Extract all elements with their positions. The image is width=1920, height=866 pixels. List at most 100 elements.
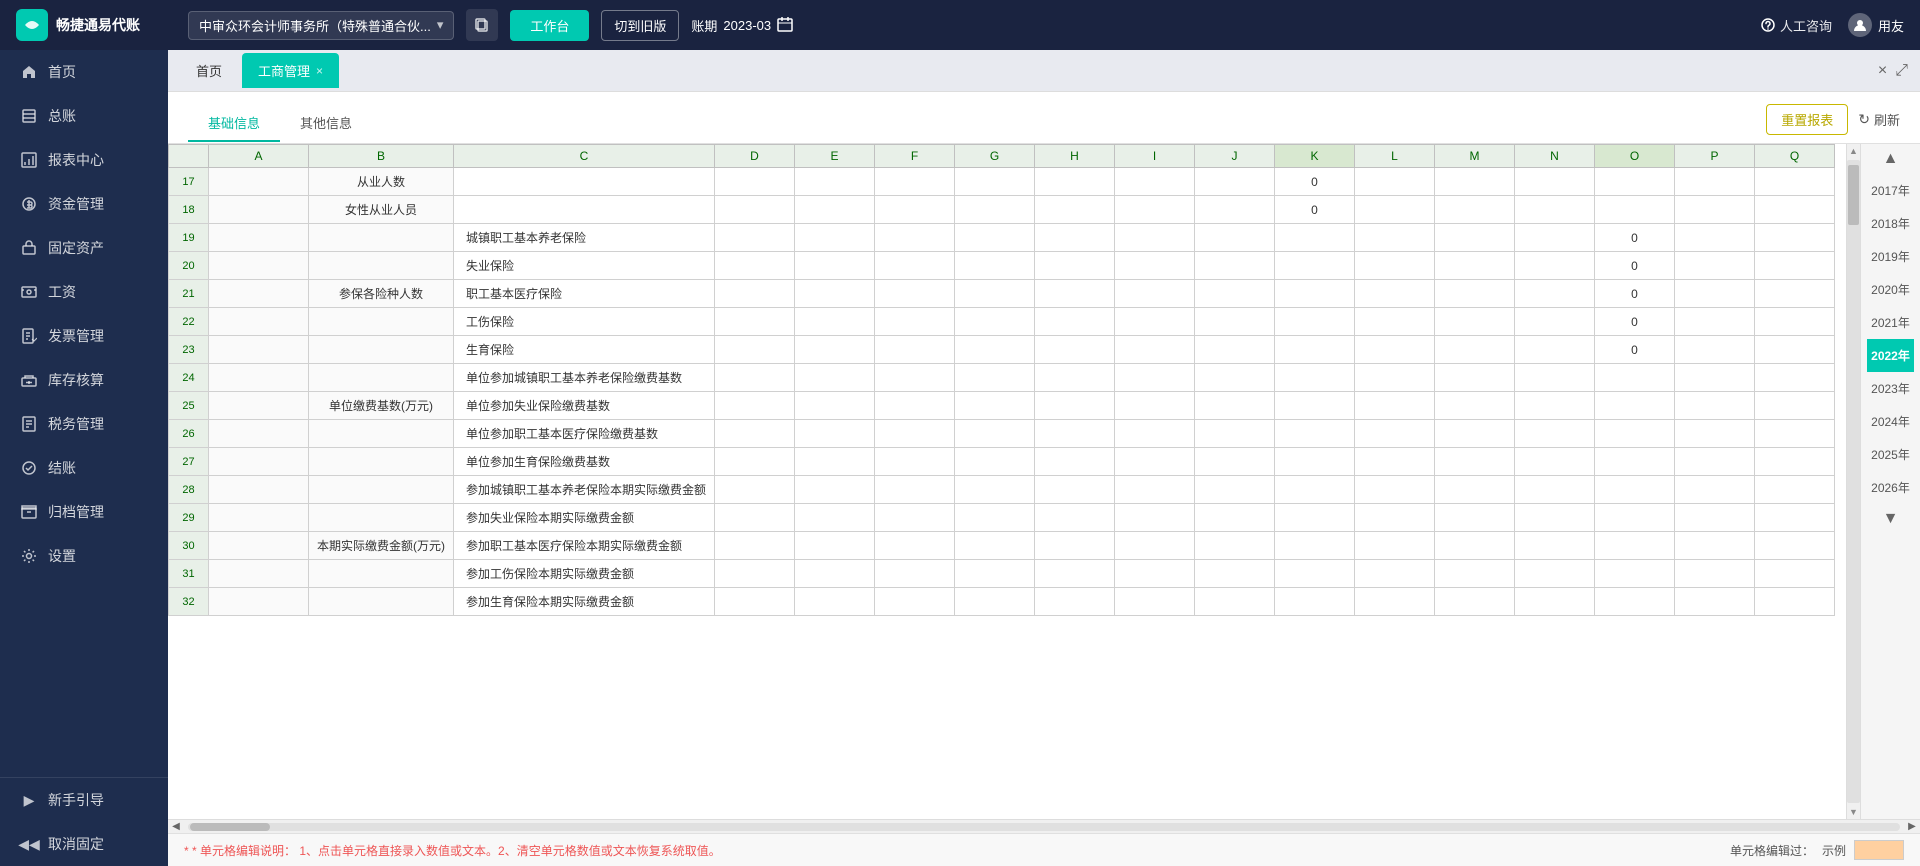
- cell-e[interactable]: [795, 196, 875, 224]
- cell-k[interactable]: [1275, 252, 1355, 280]
- cell-c[interactable]: 城镇职工基本养老保险: [454, 224, 715, 252]
- table-row[interactable]: 27单位参加生育保险缴费基数: [169, 448, 1835, 476]
- cell-a[interactable]: [209, 392, 309, 420]
- old-version-button[interactable]: 切到旧版: [601, 10, 679, 41]
- cell-p[interactable]: [1675, 588, 1755, 616]
- h-scroll-right[interactable]: ▶: [1904, 820, 1920, 834]
- cell-m[interactable]: [1435, 588, 1515, 616]
- sidebar-item-archive[interactable]: 归档管理: [0, 490, 168, 534]
- sidebar-item-assets[interactable]: 固定资产: [0, 226, 168, 270]
- cell-m[interactable]: [1435, 224, 1515, 252]
- sidebar-item-payroll[interactable]: 工资: [0, 270, 168, 314]
- cell-b[interactable]: [309, 560, 454, 588]
- cell-b[interactable]: 单位缴费基数(万元): [309, 392, 454, 420]
- cell-a[interactable]: [209, 588, 309, 616]
- cell-d[interactable]: [715, 252, 795, 280]
- cell-e[interactable]: [795, 588, 875, 616]
- sub-tab-basic[interactable]: 基础信息: [188, 105, 280, 142]
- cell-n[interactable]: [1515, 504, 1595, 532]
- cell-a[interactable]: [209, 364, 309, 392]
- cell-i[interactable]: [1115, 588, 1195, 616]
- cell-m[interactable]: [1435, 252, 1515, 280]
- cell-f[interactable]: [875, 504, 955, 532]
- cell-a[interactable]: [209, 560, 309, 588]
- cell-e[interactable]: [795, 504, 875, 532]
- cell-f[interactable]: [875, 392, 955, 420]
- cell-j[interactable]: [1195, 532, 1275, 560]
- cell-l[interactable]: [1355, 560, 1435, 588]
- cell-a[interactable]: [209, 476, 309, 504]
- cell-j[interactable]: [1195, 336, 1275, 364]
- cell-o[interactable]: [1595, 532, 1675, 560]
- cell-h[interactable]: [1035, 448, 1115, 476]
- cell-j[interactable]: [1195, 420, 1275, 448]
- cell-d[interactable]: [715, 560, 795, 588]
- cell-b[interactable]: [309, 448, 454, 476]
- company-selector[interactable]: 中审众环会计师事务所（特殊普通合伙... ▾: [188, 11, 454, 40]
- cell-q[interactable]: [1755, 532, 1835, 560]
- cell-h[interactable]: [1035, 196, 1115, 224]
- support-link[interactable]: 人工咨询: [1760, 16, 1832, 35]
- cell-j[interactable]: [1195, 252, 1275, 280]
- cell-l[interactable]: [1355, 392, 1435, 420]
- cell-k[interactable]: [1275, 504, 1355, 532]
- v-scroll-thumb[interactable]: [1848, 165, 1859, 225]
- cell-n[interactable]: [1515, 448, 1595, 476]
- cell-p[interactable]: [1675, 420, 1755, 448]
- cell-j[interactable]: [1195, 588, 1275, 616]
- cell-i[interactable]: [1115, 420, 1195, 448]
- sub-tab-other[interactable]: 其他信息: [280, 105, 372, 142]
- cell-g[interactable]: [955, 364, 1035, 392]
- cell-j[interactable]: [1195, 560, 1275, 588]
- cell-q[interactable]: [1755, 252, 1835, 280]
- cell-c[interactable]: 参加城镇职工基本养老保险本期实际缴费金额: [454, 476, 715, 504]
- cell-o[interactable]: [1595, 392, 1675, 420]
- v-scrollbar[interactable]: ▲ ▼: [1846, 144, 1860, 819]
- cell-k[interactable]: [1275, 280, 1355, 308]
- cell-b[interactable]: [309, 420, 454, 448]
- cell-k[interactable]: [1275, 308, 1355, 336]
- sidebar-item-tax[interactable]: 税务管理: [0, 402, 168, 446]
- cell-j[interactable]: [1195, 448, 1275, 476]
- cell-i[interactable]: [1115, 308, 1195, 336]
- cell-m[interactable]: [1435, 336, 1515, 364]
- cell-k[interactable]: [1275, 392, 1355, 420]
- cell-h[interactable]: [1035, 588, 1115, 616]
- cell-p[interactable]: [1675, 560, 1755, 588]
- table-row[interactable]: 21参保各险种人数职工基本医疗保险0: [169, 280, 1835, 308]
- scroll-down-btn[interactable]: ▼: [1847, 805, 1861, 819]
- cell-e[interactable]: [795, 448, 875, 476]
- cell-l[interactable]: [1355, 364, 1435, 392]
- sidebar-item-closing[interactable]: 结账: [0, 446, 168, 490]
- cell-j[interactable]: [1195, 364, 1275, 392]
- cell-d[interactable]: [715, 392, 795, 420]
- cell-d[interactable]: [715, 224, 795, 252]
- cell-n[interactable]: [1515, 280, 1595, 308]
- cell-h[interactable]: [1035, 252, 1115, 280]
- table-row[interactable]: 29参加失业保险本期实际缴费金额: [169, 504, 1835, 532]
- cell-q[interactable]: [1755, 168, 1835, 196]
- cell-g[interactable]: [955, 196, 1035, 224]
- cell-e[interactable]: [795, 308, 875, 336]
- cell-k[interactable]: [1275, 336, 1355, 364]
- workbench-button[interactable]: 工作台: [510, 10, 589, 41]
- cell-j[interactable]: [1195, 392, 1275, 420]
- sidebar-item-settings[interactable]: 设置: [0, 534, 168, 578]
- cell-c[interactable]: 单位参加城镇职工基本养老保险缴费基数: [454, 364, 715, 392]
- cell-p[interactable]: [1675, 196, 1755, 224]
- cell-p[interactable]: [1675, 504, 1755, 532]
- cell-k[interactable]: [1275, 420, 1355, 448]
- cell-h[interactable]: [1035, 476, 1115, 504]
- year-item[interactable]: 2021年: [1867, 306, 1914, 339]
- cell-o[interactable]: [1595, 476, 1675, 504]
- cell-l[interactable]: [1355, 280, 1435, 308]
- cell-k[interactable]: [1275, 448, 1355, 476]
- sidebar-item-invoice[interactable]: 发票管理: [0, 314, 168, 358]
- cell-d[interactable]: [715, 588, 795, 616]
- cell-l[interactable]: [1355, 308, 1435, 336]
- cell-e[interactable]: [795, 532, 875, 560]
- cell-g[interactable]: [955, 280, 1035, 308]
- cell-l[interactable]: [1355, 252, 1435, 280]
- cell-c[interactable]: 生育保险: [454, 336, 715, 364]
- cell-o[interactable]: [1595, 196, 1675, 224]
